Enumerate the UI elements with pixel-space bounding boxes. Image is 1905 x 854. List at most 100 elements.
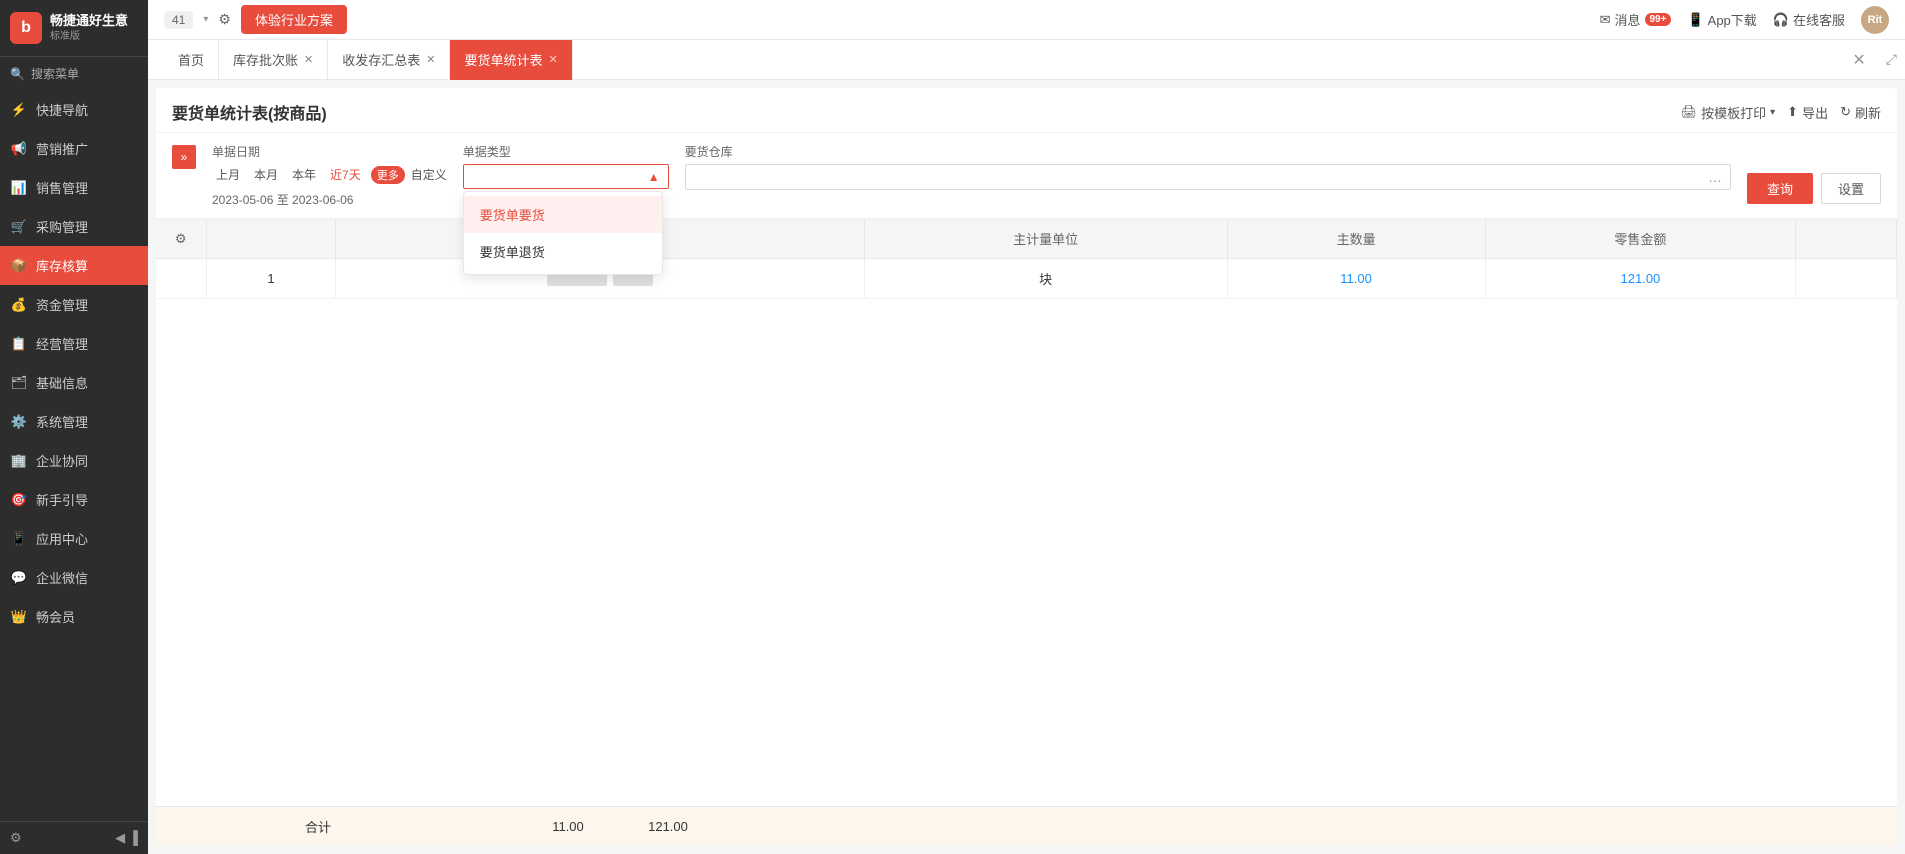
- maximize-button[interactable]: ⤢: [1878, 51, 1905, 68]
- last-7-days-btn[interactable]: 近7天: [326, 164, 365, 185]
- last-month-btn[interactable]: 上月: [212, 164, 244, 185]
- sidebar: b 畅捷通好生意 标准版 🔍 搜索菜单 ⚡ 快捷导航 📢 营销推广 📊 销售管理…: [0, 0, 148, 854]
- row-quantity: 11.00: [1227, 259, 1485, 299]
- breadcrumb-dropdown-icon[interactable]: ▾: [203, 14, 208, 25]
- appstore-icon: 📱: [10, 530, 28, 548]
- app-logo-icon: b: [10, 12, 42, 44]
- tab-close-receive-send[interactable]: ✕: [426, 53, 435, 66]
- message-icon: ✉: [1600, 12, 1611, 28]
- col-unit: 主计量单位: [864, 219, 1227, 259]
- warehouse-more-icon[interactable]: …: [1708, 169, 1722, 185]
- row-unit: 块: [864, 259, 1227, 299]
- settings-bottom-icon[interactable]: ⚙: [10, 830, 22, 846]
- finance-icon: 💰: [10, 296, 28, 314]
- app-logo-text: 畅捷通好生意 标准版: [50, 13, 128, 43]
- inventory-icon: 📦: [10, 257, 28, 275]
- col-amount: 零售金额: [1485, 219, 1796, 259]
- query-button[interactable]: 查询: [1747, 173, 1813, 204]
- page-title: 要货单统计表(按商品): [172, 100, 327, 124]
- sidebar-item-finance[interactable]: 💰 资金管理: [0, 285, 148, 324]
- dropdown-item-order-return[interactable]: 要货单退货: [464, 233, 662, 270]
- warehouse-filter-group: 要货仓库 …: [685, 143, 1731, 190]
- main-area: 41 ▾ ⚙ 体验行业方案 ✉ 消息 99+ 📱 App下载 🎧 在线客服 Ri…: [148, 0, 1905, 854]
- sidebar-item-corp[interactable]: 🏢 企业协同: [0, 441, 148, 480]
- col-index: [206, 219, 336, 259]
- table-header-row: ⚙ 商品 主计量单位 主数量: [156, 219, 1897, 259]
- sidebar-item-inventory[interactable]: 📦 库存核算: [0, 246, 148, 285]
- sidebar-item-marketing[interactable]: 📢 营销推广: [0, 129, 148, 168]
- row-settings: [156, 259, 206, 299]
- corp-icon: 🏢: [10, 452, 28, 470]
- sidebar-item-system[interactable]: ⚙️ 系统管理: [0, 402, 148, 441]
- header-settings-icon[interactable]: ⚙: [218, 11, 231, 28]
- app-download[interactable]: 📱 App下载: [1687, 10, 1756, 29]
- this-month-btn[interactable]: 本月: [250, 164, 282, 185]
- type-filter-label: 单据类型: [463, 143, 669, 160]
- refresh-button[interactable]: ↻ 刷新: [1840, 103, 1881, 122]
- warehouse-filter-input[interactable]: …: [685, 164, 1731, 190]
- expand-filter-button[interactable]: »: [172, 145, 196, 169]
- sidebar-item-member[interactable]: 👑 畅会员: [0, 597, 148, 636]
- print-template-button[interactable]: 🖨 按模板打印 ▾: [1681, 103, 1776, 122]
- type-filter-input[interactable]: ▲: [463, 164, 669, 189]
- breadcrumb-number: 41: [164, 11, 193, 29]
- type-dropdown-icon[interactable]: ▲: [648, 170, 660, 184]
- date-shortcuts: 上月 本月 本年 近7天 更多 自定义: [212, 164, 447, 185]
- page-content: 要货单统计表(按商品) 🖨 按模板打印 ▾ ⬆ 导出 ↻ 刷新: [148, 80, 1905, 854]
- header-left: 41 ▾ ⚙ 体验行业方案: [164, 5, 347, 34]
- sidebar-item-purchase[interactable]: 🛒 采购管理: [0, 207, 148, 246]
- table-settings-icon[interactable]: ⚙: [175, 231, 187, 246]
- guide-icon: 🎯: [10, 491, 28, 509]
- tab-close-order-stats[interactable]: ✕: [549, 53, 558, 66]
- sidebar-item-business[interactable]: 📋 经营管理: [0, 324, 148, 363]
- base-icon: 🗂: [10, 374, 28, 392]
- trial-button[interactable]: 体验行业方案: [241, 5, 347, 34]
- sidebar-item-quick-nav[interactable]: ⚡ 快捷导航: [0, 90, 148, 129]
- data-table: ⚙ 商品 主计量单位 主数量: [156, 219, 1897, 299]
- sidebar-item-base[interactable]: 🗂 基础信息: [0, 363, 148, 402]
- type-dropdown-menu: 要货单要货 要货单退货: [463, 191, 663, 275]
- top-header: 41 ▾ ⚙ 体验行业方案 ✉ 消息 99+ 📱 App下载 🎧 在线客服 Ri…: [148, 0, 1905, 40]
- marketing-icon: 📢: [10, 140, 28, 158]
- member-icon: 👑: [10, 608, 28, 626]
- sidebar-logo: b 畅捷通好生意 标准版: [0, 0, 148, 57]
- print-icon: 🖨: [1681, 104, 1698, 120]
- sales-icon: 📊: [10, 179, 28, 197]
- footer-quantity: 11.00: [518, 819, 618, 834]
- filter-settings-button[interactable]: 设置: [1821, 173, 1881, 204]
- system-icon: ⚙️: [10, 413, 28, 431]
- sidebar-nav: ⚡ 快捷导航 📢 营销推广 📊 销售管理 🛒 采购管理 📦 库存核算 💰 资金管…: [0, 90, 148, 821]
- more-date-badge[interactable]: 更多: [371, 166, 405, 184]
- sidebar-search[interactable]: 🔍 搜索菜单: [0, 57, 148, 90]
- collapse-sidebar-button[interactable]: ◀ ▐: [115, 830, 138, 846]
- sidebar-item-sales[interactable]: 📊 销售管理: [0, 168, 148, 207]
- business-icon: 📋: [10, 335, 28, 353]
- page-inner: 要货单统计表(按商品) 🖨 按模板打印 ▾ ⬆ 导出 ↻ 刷新: [156, 88, 1897, 846]
- col-settings[interactable]: ⚙: [156, 219, 206, 259]
- export-button[interactable]: ⬆ 导出: [1787, 103, 1828, 122]
- page-actions: 🖨 按模板打印 ▾ ⬆ 导出 ↻ 刷新: [1681, 103, 1881, 122]
- custom-date-btn[interactable]: 自定义: [411, 166, 447, 183]
- this-year-btn[interactable]: 本年: [288, 164, 320, 185]
- user-avatar[interactable]: Rit: [1861, 6, 1889, 34]
- purchase-icon: 🛒: [10, 218, 28, 236]
- col-extra: [1796, 219, 1897, 259]
- tab-receive-send-summary[interactable]: 收发存汇总表 ✕: [328, 40, 450, 80]
- header-right: ✉ 消息 99+ 📱 App下载 🎧 在线客服 Rit: [1600, 6, 1889, 34]
- tab-inventory-batch[interactable]: 库存批次账 ✕: [219, 40, 328, 80]
- type-input-field[interactable]: [472, 169, 648, 184]
- sidebar-item-appstore[interactable]: 📱 应用中心: [0, 519, 148, 558]
- tabs-bar: 首页 库存批次账 ✕ 收发存汇总表 ✕ 要货单统计表 ✕ ✕ ⤢: [148, 40, 1905, 80]
- sidebar-item-wechat[interactable]: 💬 企业微信: [0, 558, 148, 597]
- warehouse-input-field[interactable]: [694, 170, 1708, 185]
- message-notification[interactable]: ✉ 消息 99+: [1600, 10, 1672, 29]
- tab-home[interactable]: 首页: [164, 40, 219, 80]
- online-service[interactable]: 🎧 在线客服: [1773, 10, 1845, 29]
- col-quantity: 主数量: [1227, 219, 1485, 259]
- tab-close-inventory-batch[interactable]: ✕: [304, 53, 313, 66]
- dropdown-item-order-goods[interactable]: 要货单要货: [464, 196, 662, 233]
- close-all-tabs-button[interactable]: ✕: [1840, 50, 1877, 70]
- sidebar-item-guide[interactable]: 🎯 新手引导: [0, 480, 148, 519]
- tab-order-stats[interactable]: 要货单统计表 ✕: [450, 40, 572, 80]
- date-filter-label: 单据日期: [212, 143, 447, 160]
